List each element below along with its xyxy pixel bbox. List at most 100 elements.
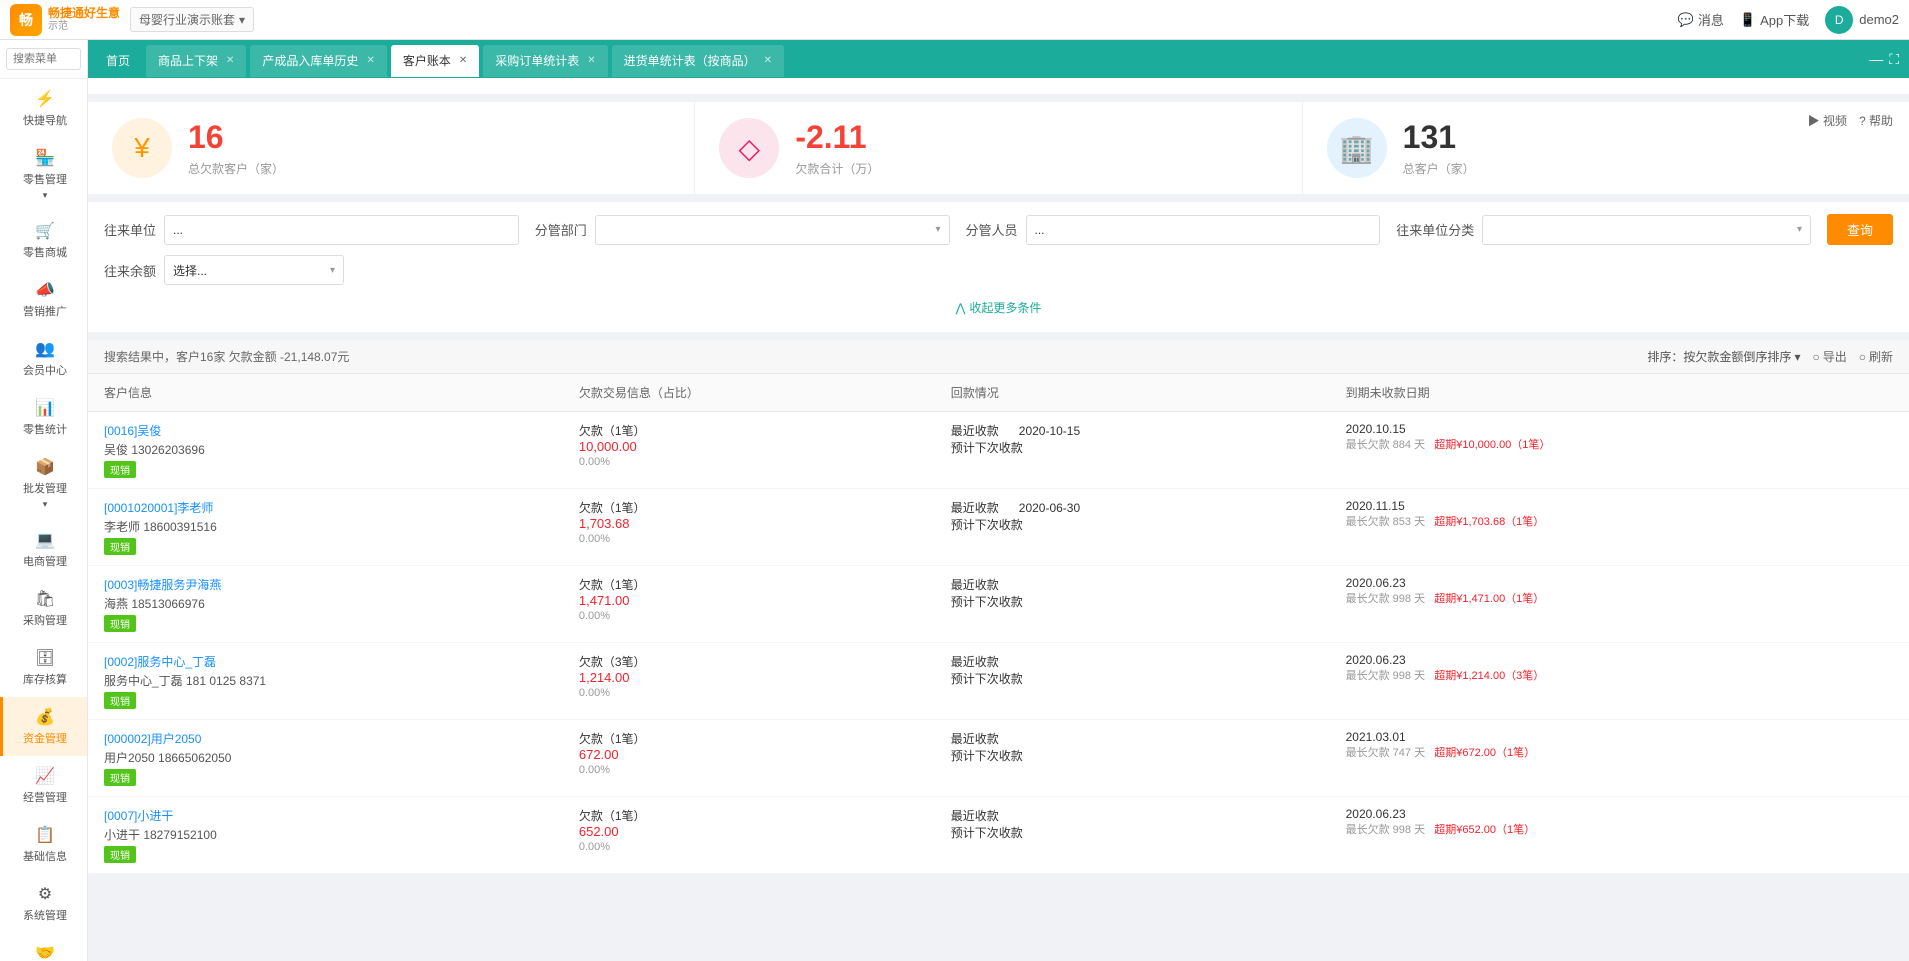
- retail-mgmt-arrow: ▾: [43, 190, 48, 201]
- app-download-btn[interactable]: 📱 App下载: [1740, 10, 1809, 29]
- filter-person-label: 分管人员: [966, 220, 1018, 239]
- credit-amount-1[interactable]: 1,703.68: [579, 516, 919, 531]
- table-row: [0003]畅捷服务尹海燕 海燕 18513066976 现销 欠款（1笔） 1…: [88, 566, 1909, 643]
- stat-card-credit-amount: ◇ -2.11 欠款合计（万）: [695, 102, 1302, 194]
- collapse-label: 收起更多条件: [969, 299, 1041, 316]
- customer-tag-2: 现销: [104, 615, 136, 632]
- filter-person-input[interactable]: ...: [1026, 215, 1381, 245]
- tab-label-home: 首页: [106, 52, 130, 69]
- overdue-date-1: 2020.11.15: [1346, 499, 1893, 513]
- tab-label-import-stats: 进货单统计表（按商品）: [624, 52, 756, 69]
- sidebar-item-members[interactable]: 👥 会员中心: [0, 329, 87, 388]
- sidebar-item-inventory[interactable]: 🗄 库存核算: [0, 638, 87, 697]
- tab-product-history[interactable]: 产成品入库单历史✕: [250, 45, 386, 77]
- sidebar-item-retail-mall[interactable]: 🛒 零售商城: [0, 211, 87, 270]
- customer-code-3[interactable]: [0002]服务中心_丁磊: [104, 653, 547, 670]
- help-btn[interactable]: ? 帮助: [1859, 112, 1893, 129]
- tab-close-purchase-stats[interactable]: ✕: [587, 55, 595, 66]
- help-label: 帮助: [1869, 114, 1893, 128]
- filter-balance-select[interactable]: 选择... ▾: [164, 255, 344, 285]
- next-payment-label-3: 预计下次收款: [951, 670, 1314, 687]
- tab-maximize-icon[interactable]: ⛶: [1889, 51, 1899, 68]
- tab-close-customer-account[interactable]: ✕: [459, 55, 467, 66]
- credit-amount-5[interactable]: 652.00: [579, 824, 919, 839]
- customer-code-5[interactable]: [0007]小进干: [104, 807, 547, 824]
- overdue-amount-1[interactable]: 超期¥1,703.68（1笔）: [1434, 516, 1544, 528]
- credit-amount-0[interactable]: 10,000.00: [579, 439, 919, 454]
- filter-dept-select[interactable]: ▾: [595, 215, 950, 245]
- app-container: 畅 畅捷通好生意 示范 母婴行业演示账套 ▾ 💬 消息 📱 App下载 D de…: [0, 0, 1909, 961]
- stat-value-credit-customers: 16: [188, 119, 284, 156]
- customer-code-0[interactable]: [0016]吴俊: [104, 422, 547, 439]
- col-payback: 回款情况: [935, 374, 1330, 412]
- customer-code-2[interactable]: [0003]畅捷服务尹海燕: [104, 576, 547, 593]
- tab-import-stats[interactable]: 进货单统计表（按商品） ✕: [612, 45, 784, 77]
- sidebar-nav: ⚡ 快捷导航 🏪 零售管理 ▾ 🛒 零售商城 📣 营销推广 👥 会员中心 📊 零…: [0, 79, 87, 961]
- customer-code-4[interactable]: [000002]用户2050: [104, 730, 547, 747]
- retail-mgmt-icon: 🏪: [35, 148, 55, 168]
- credit-amount-2[interactable]: 1,471.00: [579, 593, 919, 608]
- tab-customer-account[interactable]: 客户账本✕: [391, 45, 479, 77]
- tab-products-off[interactable]: 商品上下架✕: [146, 45, 246, 77]
- user-area[interactable]: D demo2: [1825, 6, 1899, 34]
- video-btn[interactable]: ▶ 视频: [1808, 112, 1847, 129]
- sidebar-search-input[interactable]: [6, 48, 81, 70]
- sidebar-item-finance[interactable]: 💰 资金管理: [0, 697, 87, 756]
- retail-mgmt-label: 零售管理: [23, 171, 67, 187]
- stats-row: [88, 78, 1909, 94]
- sidebar-item-corp[interactable]: 🤝 企业协同: [0, 933, 87, 961]
- org-selector[interactable]: 母婴行业演示账套 ▾: [130, 7, 254, 32]
- export-label: 导出: [1823, 348, 1847, 365]
- customer-tag-0: 现销: [104, 461, 136, 478]
- next-payment-label-5: 预计下次收款: [951, 824, 1314, 841]
- sidebar-item-system[interactable]: ⚙ 系统管理: [0, 874, 87, 933]
- tab-close-import-stats[interactable]: ✕: [764, 55, 772, 66]
- stat-value-credit-amount: -2.11: [795, 119, 879, 156]
- filter-balance-arrow-icon: ▾: [330, 265, 335, 276]
- sidebar-item-ecommerce[interactable]: 💻 电商管理: [0, 520, 87, 579]
- credit-amount-4[interactable]: 672.00: [579, 747, 919, 762]
- overdue-amount-0[interactable]: 超期¥10,000.00（1笔）: [1434, 439, 1550, 451]
- table-row: [000002]用户2050 用户2050 18665062050 现销 欠款（…: [88, 720, 1909, 797]
- search-button[interactable]: 查询: [1827, 214, 1893, 245]
- col-credit-info: 欠款交易信息（占比）: [563, 374, 935, 412]
- export-btn[interactable]: ○ 导出: [1812, 348, 1846, 365]
- stat-info-amount: -2.11 欠款合计（万）: [795, 119, 879, 177]
- filter-unit-type-select[interactable]: ▾: [1482, 215, 1811, 245]
- cell-payback-2: 最近收款 预计下次收款: [935, 566, 1330, 643]
- sidebar-item-ops[interactable]: 📈 经营管理: [0, 756, 87, 815]
- overdue-amount-2[interactable]: 超期¥1,471.00（1笔）: [1434, 593, 1544, 605]
- customer-code-1[interactable]: [0001020001]李老师: [104, 499, 547, 516]
- sort-selector[interactable]: 排序：按欠款金额倒序排序 ▾: [1647, 348, 1800, 365]
- refresh-btn[interactable]: ○ 刷新: [1859, 348, 1893, 365]
- tab-close-product-history[interactable]: ✕: [366, 55, 374, 66]
- sidebar-item-retail-mgmt[interactable]: 🏪 零售管理 ▾: [0, 138, 87, 211]
- corp-icon: 🤝: [35, 943, 55, 961]
- tab-minimize-icon[interactable]: —: [1869, 51, 1883, 68]
- video-label: 视频: [1823, 114, 1847, 128]
- sidebar-item-purchase[interactable]: 🛍 采购管理: [0, 579, 87, 638]
- overdue-date-2: 2020.06.23: [1346, 576, 1893, 590]
- tab-close-products-off[interactable]: ✕: [226, 55, 234, 66]
- collapse-filters-btn[interactable]: ⋀ 收起更多条件: [104, 295, 1893, 320]
- overdue-date-4: 2021.03.01: [1346, 730, 1893, 744]
- cell-payback-3: 最近收款 预计下次收款: [935, 643, 1330, 720]
- message-btn[interactable]: 💬 消息: [1678, 10, 1724, 29]
- sidebar-item-quick-nav[interactable]: ⚡ 快捷导航: [0, 79, 87, 138]
- sidebar-item-basic[interactable]: 📋 基础信息: [0, 815, 87, 874]
- credit-amount-3[interactable]: 1,214.00: [579, 670, 919, 685]
- overdue-amount-4[interactable]: 超期¥672.00（1笔）: [1434, 747, 1535, 759]
- sidebar-item-retail-stats[interactable]: 📊 零售统计: [0, 388, 87, 447]
- sidebar-item-marketing[interactable]: 📣 营销推广: [0, 270, 87, 329]
- filter-source-unit-input[interactable]: ...: [164, 215, 519, 245]
- retail-stats-label: 零售统计: [23, 421, 67, 437]
- overdue-days-2: 最长欠款 998 天 超期¥1,471.00（1笔）: [1346, 590, 1893, 606]
- overdue-amount-5[interactable]: 超期¥652.00（1笔）: [1434, 824, 1535, 836]
- tab-home[interactable]: 首页: [94, 45, 142, 77]
- table-container: 客户信息 欠款交易信息（占比） 回款情况 到期未收款日期 [0016]吴俊 吴俊…: [88, 374, 1909, 874]
- inventory-label: 库存核算: [23, 671, 67, 687]
- sidebar-item-batch-mgmt[interactable]: 📦 批发管理 ▾: [0, 447, 87, 520]
- tab-purchase-stats[interactable]: 采购订单统计表✕: [483, 45, 607, 77]
- overdue-amount-3[interactable]: 超期¥1,214.00（3笔）: [1434, 670, 1544, 682]
- stats-cards-row: ▶ 视频 ? 帮助 ¥ 16 总欠款客户（家）: [88, 102, 1909, 194]
